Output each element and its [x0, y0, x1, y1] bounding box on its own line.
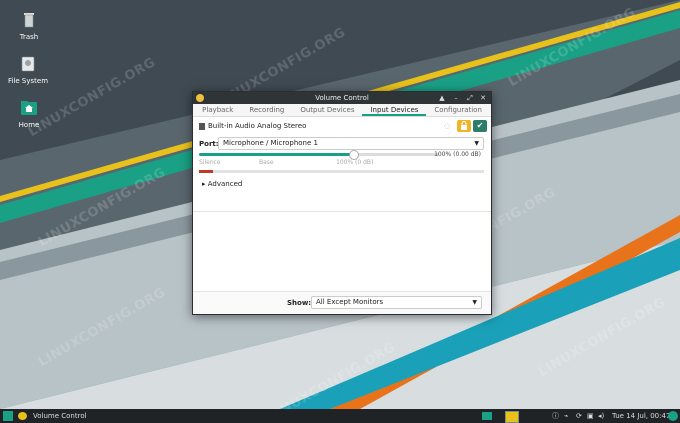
- taskbar: Volume Control ⓘ ⌁ ⟳ ▣ ◂) Tue 14 Jul, 00…: [0, 409, 680, 423]
- window-title: Volume Control: [315, 94, 369, 102]
- device-header: Built-in Audio Analog Stereo: [199, 122, 306, 130]
- set-as-fallback-button[interactable]: ✔: [473, 120, 487, 132]
- checkmark-icon: ✔: [476, 121, 484, 130]
- chevron-right-icon: ▸: [202, 180, 206, 188]
- advanced-label: Advanced: [207, 180, 243, 188]
- port-value: Microphone / Microphone 1: [223, 139, 318, 147]
- volume-control-window: Volume Control ▲ – ⤢ ✕ Playback Recordin…: [192, 91, 492, 315]
- maximize-icon[interactable]: ⤢: [465, 92, 475, 104]
- close-icon[interactable]: ✕: [478, 92, 488, 104]
- show-value: All Except Monitors: [316, 298, 384, 306]
- desktop-icon-label: Home: [18, 121, 40, 129]
- volume-slider[interactable]: [199, 150, 439, 160]
- window-titlebar[interactable]: Volume Control ▲ – ⤢ ✕: [193, 92, 491, 104]
- peak-meter: [199, 170, 484, 173]
- active-window-thumbnail[interactable]: [505, 411, 519, 423]
- volume-control-app-icon: [196, 94, 204, 102]
- port-select[interactable]: Microphone / Microphone 1 ▼: [218, 137, 484, 150]
- workspace-icon[interactable]: [482, 412, 492, 420]
- tab-input-devices[interactable]: Input Devices: [362, 104, 427, 116]
- lock-channels-button[interactable]: [457, 120, 471, 132]
- microphone-icon: [199, 122, 205, 130]
- show-filter-bar: Show: All Except Monitors ▼: [193, 291, 491, 314]
- volume-control-task-icon: [18, 412, 27, 420]
- tab-recording[interactable]: Recording: [241, 104, 292, 116]
- clock[interactable]: Tue 14 Jul, 00:47: [612, 409, 670, 423]
- keep-above-icon[interactable]: ▲: [437, 92, 447, 104]
- chevron-down-icon: ▼: [474, 140, 479, 147]
- updates-icon[interactable]: ⟳: [576, 409, 582, 423]
- advanced-expander[interactable]: ▸ Advanced: [202, 180, 242, 188]
- port-label: Port:: [199, 140, 219, 148]
- power-icon[interactable]: [668, 411, 678, 421]
- attachment-icon[interactable]: ⌁: [564, 409, 568, 423]
- mute-icon[interactable]: ◌: [444, 122, 453, 130]
- home-folder-icon: [19, 98, 39, 118]
- scale-base-label: Base: [259, 159, 274, 166]
- input-device-panel: Built-in Audio Analog Stereo ◌ ✔ Port: M…: [193, 117, 491, 212]
- lock-icon: [461, 121, 467, 130]
- minimize-icon[interactable]: –: [451, 92, 461, 104]
- volume-value: 100% (0.00 dB): [434, 151, 481, 158]
- speaker-icon[interactable]: ◂): [598, 409, 604, 423]
- volume-slider-fill: [199, 153, 353, 156]
- drive-icon: [18, 54, 38, 74]
- info-icon[interactable]: ⓘ: [552, 409, 559, 423]
- desktop-icon-label: Trash: [19, 33, 39, 41]
- desktop-icon-home[interactable]: Home: [0, 98, 59, 129]
- tab-bar: Playback Recording Output Devices Input …: [193, 104, 491, 117]
- scale-100-label: 100% (0 dB): [336, 159, 374, 166]
- scale-silence-label: Silence: [199, 159, 221, 166]
- tab-output-devices[interactable]: Output Devices: [292, 104, 362, 116]
- network-icon[interactable]: ▣: [587, 409, 594, 423]
- desktop-icon-trash[interactable]: Trash: [0, 10, 59, 41]
- trash-icon: [19, 10, 39, 30]
- desktop-icon-label: File System: [7, 77, 49, 85]
- menu-icon[interactable]: [3, 411, 13, 421]
- desktop-icon-file-system[interactable]: File System: [0, 54, 58, 85]
- peak-meter-fill: [199, 170, 214, 173]
- tab-playback[interactable]: Playback: [194, 104, 241, 116]
- taskbar-task-volume-control[interactable]: Volume Control: [33, 409, 87, 423]
- show-label: Show:: [287, 299, 312, 307]
- tab-configuration[interactable]: Configuration: [426, 104, 489, 116]
- device-name: Built-in Audio Analog Stereo: [208, 122, 307, 130]
- chevron-down-icon: ▼: [472, 299, 477, 306]
- show-select[interactable]: All Except Monitors ▼: [311, 296, 482, 309]
